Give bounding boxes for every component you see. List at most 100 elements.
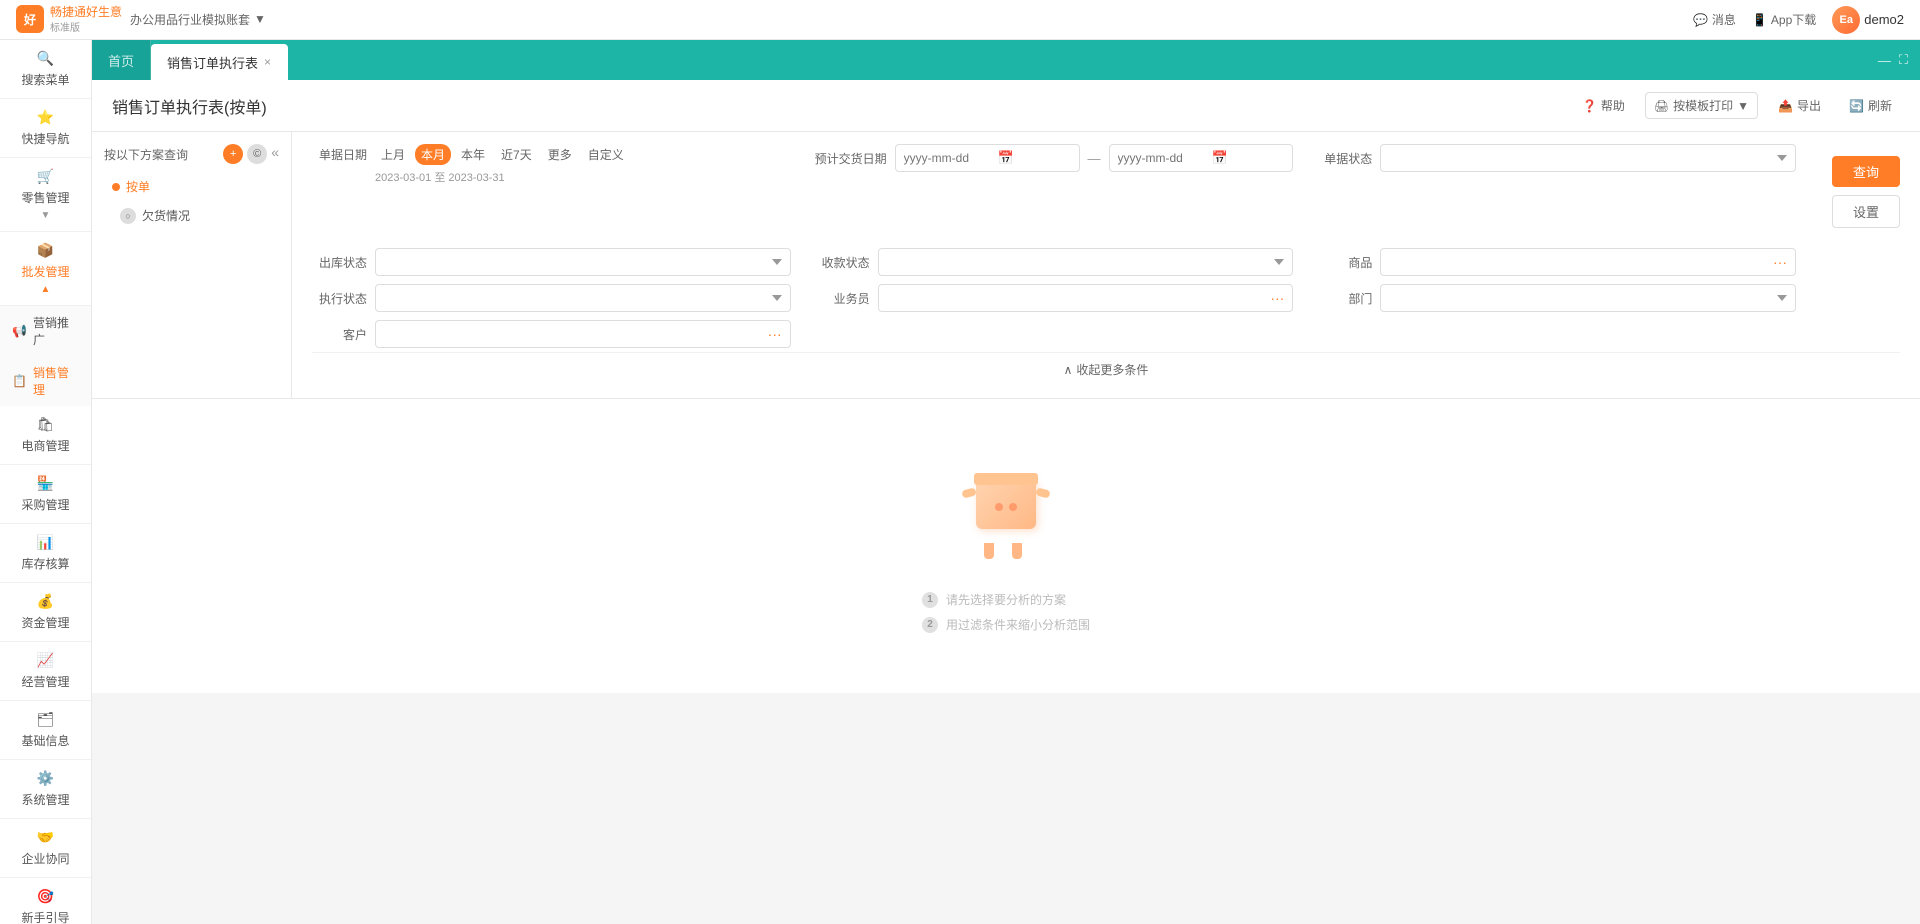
sidebar-item-shortcut[interactable]: ⭐ 快捷导航 xyxy=(0,99,91,158)
tab-bar-end xyxy=(288,40,1866,80)
exec-status-select[interactable] xyxy=(375,284,791,312)
scheme-collapse-icon: « xyxy=(271,144,279,160)
sidebar-item-capital[interactable]: 💰 资金管理 xyxy=(0,583,91,642)
forecast-start-input[interactable] xyxy=(904,151,994,165)
sidebar-item-purchase[interactable]: 🏪 采购管理 xyxy=(0,465,91,524)
empty-num-1: 1 xyxy=(922,592,938,608)
tab-active[interactable]: 销售订单执行表 × xyxy=(151,44,288,80)
setting-button[interactable]: 设置 xyxy=(1832,195,1900,228)
date-tab-prev-month[interactable]: 上月 xyxy=(375,144,411,165)
app-download-icon: 📱 xyxy=(1752,13,1767,27)
sidebar-item-wholesale[interactable]: 📦 批发管理 ▲ xyxy=(0,232,91,306)
goods-label: 商品 xyxy=(1317,254,1372,271)
sidebar-item-inventory[interactable]: 📊 库存核算 xyxy=(0,524,91,583)
scheme-add-icon: + xyxy=(230,148,236,160)
salesperson-input[interactable]: ··· xyxy=(878,284,1294,312)
print-button[interactable]: 🖨 按模板打印 ▼ xyxy=(1645,92,1758,119)
dept-select[interactable] xyxy=(1380,284,1796,312)
top-bar-left: 好 畅捷通好生意 标准版 办公用品行业模拟账套 ▼ xyxy=(16,5,266,34)
sidebar-marketing-label: 营销推广 xyxy=(33,314,79,348)
sidebar-item-newbie[interactable]: 🎯 新手引导 xyxy=(0,878,91,924)
marketing-icon: 📢 xyxy=(12,324,27,338)
goods-dots-icon[interactable]: ··· xyxy=(1773,254,1787,270)
query-button[interactable]: 查询 xyxy=(1832,156,1900,187)
customer-dots-icon[interactable]: ··· xyxy=(768,326,782,342)
print-label: 按模板打印 xyxy=(1673,97,1733,114)
status-select-wrapper xyxy=(1380,144,1796,172)
customer-input[interactable]: ··· xyxy=(375,320,791,348)
breadcrumb-dropdown-icon[interactable]: ▼ xyxy=(254,12,266,26)
help-label: 帮助 xyxy=(1601,97,1625,114)
payment-status-select[interactable] xyxy=(878,248,1294,276)
salesperson-section: 业务员 ··· xyxy=(815,284,1294,312)
scheme-item-2[interactable]: ○ 欠货情况 xyxy=(112,201,279,230)
user-area[interactable]: Ea demo2 xyxy=(1832,6,1904,34)
maximize-icon[interactable]: ⛶ xyxy=(1899,52,1908,68)
date-tab-current-month[interactable]: 本月 xyxy=(415,144,451,165)
sidebar-item-search[interactable]: 🔍 搜索菜单 xyxy=(0,40,91,99)
forecast-start-calendar-icon[interactable]: 📅 xyxy=(998,150,1014,166)
purchase-icon: 🏪 xyxy=(37,475,54,492)
sidebar-item-enterprise[interactable]: 🤝 企业协同 xyxy=(0,819,91,878)
collapse-conditions-button[interactable]: ∧ 收起更多条件 xyxy=(312,352,1900,386)
sidebar-shortcut-label: 快捷导航 xyxy=(21,130,69,147)
filter-row-4: 客户 ··· xyxy=(312,320,1900,348)
forecast-start-input-wrap[interactable]: 📅 xyxy=(895,144,1080,172)
tab-close-icon[interactable]: × xyxy=(264,55,271,69)
window-controls: — ⛶ xyxy=(1866,40,1920,80)
date-tab-7days[interactable]: 近7天 xyxy=(495,144,538,165)
sidebar-item-basic[interactable]: 🗂 基础信息 xyxy=(0,701,91,760)
tab-home[interactable]: 首页 xyxy=(92,40,151,80)
scheme-copy-button[interactable]: © xyxy=(247,144,267,164)
scheme-collapse-button[interactable]: « xyxy=(271,144,279,164)
forecast-end-calendar-icon[interactable]: 📅 xyxy=(1212,150,1228,166)
sidebar-item-sales[interactable]: 📋 销售管理 xyxy=(0,356,91,406)
capital-icon: 💰 xyxy=(37,593,54,610)
payment-status-label: 收款状态 xyxy=(815,254,870,271)
date-tab-current-year[interactable]: 本年 xyxy=(455,144,491,165)
minimize-icon[interactable]: — xyxy=(1878,53,1891,68)
goods-section: 商品 ··· xyxy=(1317,248,1796,276)
empty-box-body xyxy=(976,479,1036,529)
filter-row-2: 出库状态 收款状态 xyxy=(312,248,1900,276)
sidebar-item-system[interactable]: ⚙️ 系统管理 xyxy=(0,760,91,819)
date-section: 单据日期 上月 本月 本年 近7天 更多 自定义 xyxy=(312,144,791,185)
system-icon: ⚙️ xyxy=(37,770,54,787)
date-tab-more[interactable]: 更多 xyxy=(542,144,578,165)
empty-icon-container xyxy=(956,459,1056,559)
logo-area: 好 畅捷通好生意 标准版 xyxy=(16,5,122,34)
salesperson-dots-icon[interactable]: ··· xyxy=(1270,290,1284,306)
collapse-label: 收起更多条件 xyxy=(1076,361,1148,378)
goods-input[interactable]: ··· xyxy=(1380,248,1796,276)
export-icon: 📤 xyxy=(1778,99,1793,113)
sidebar-newbie-label: 新手引导 xyxy=(21,909,69,924)
forecast-end-input[interactable] xyxy=(1118,151,1208,165)
exec-status-section: 执行状态 xyxy=(312,284,791,312)
export-button[interactable]: 📤 导出 xyxy=(1770,93,1829,118)
empty-leg-right xyxy=(1012,543,1022,559)
sidebar-item-marketing[interactable]: 📢 营销推广 xyxy=(0,306,91,356)
salesperson-label: 业务员 xyxy=(815,290,870,307)
sub-menu-wholesale: 📢 营销推广 📋 销售管理 xyxy=(0,306,91,406)
page-title: 销售订单执行表(按单) xyxy=(112,94,267,118)
empty-eye-left xyxy=(995,503,1003,511)
sidebar-inventory-label: 库存核算 xyxy=(21,555,69,572)
stock-status-select[interactable] xyxy=(375,248,791,276)
sidebar-item-operations[interactable]: 📈 经营管理 xyxy=(0,642,91,701)
empty-hint-2: 2 用过滤条件来缩小分析范围 xyxy=(922,616,1090,633)
app-download-button[interactable]: 📱 App下载 xyxy=(1752,11,1816,28)
header-actions: ❓ 帮助 🖨 按模板打印 ▼ 📤 导出 🔄 xyxy=(1574,92,1900,119)
forecast-end-input-wrap[interactable]: 📅 xyxy=(1109,144,1294,172)
scheme-item-1[interactable]: 按单 xyxy=(104,172,279,201)
operations-icon: 📈 xyxy=(37,652,54,669)
date-tab-custom[interactable]: 自定义 xyxy=(582,144,630,165)
help-button[interactable]: ❓ 帮助 xyxy=(1574,93,1633,118)
scheme-add-button[interactable]: + xyxy=(223,144,243,164)
status-select[interactable] xyxy=(1380,144,1796,172)
empty-hint-2-text: 用过滤条件来缩小分析范围 xyxy=(946,616,1090,633)
stock-status-section: 出库状态 xyxy=(312,248,791,276)
refresh-button[interactable]: 🔄 刷新 xyxy=(1841,93,1900,118)
sidebar-item-retail[interactable]: 🛒 零售管理 ▼ xyxy=(0,158,91,232)
message-button[interactable]: 💬 消息 xyxy=(1693,11,1736,28)
sidebar-item-ecommerce[interactable]: 🛍 电商管理 xyxy=(0,406,91,465)
